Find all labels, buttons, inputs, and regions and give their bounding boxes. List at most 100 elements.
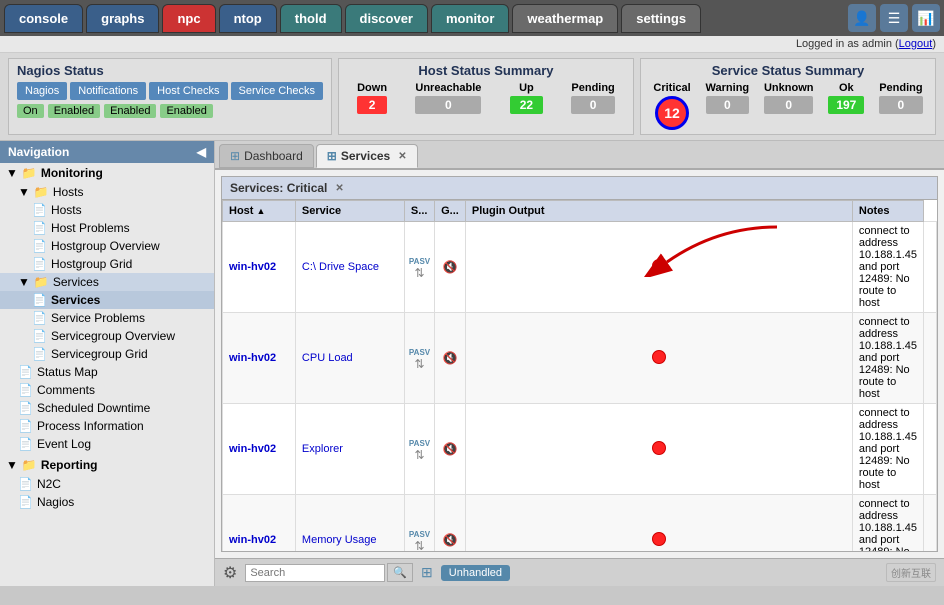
sidebar-item-hostgroup-grid[interactable]: 📄 Hostgroup Grid <box>0 255 214 273</box>
host-checks-btn[interactable]: Host Checks <box>149 82 227 100</box>
nav-tab-npc[interactable]: npc <box>162 4 215 33</box>
nav-tab-thold[interactable]: thold <box>280 4 342 33</box>
cell-host[interactable]: win-hv02 <box>223 313 296 404</box>
host-pending-label: Pending <box>571 82 614 94</box>
nagios-status-box: Nagios Status Nagios Notifications Host … <box>8 58 332 135</box>
tab-dashboard[interactable]: ⊞ Dashboard <box>219 144 314 168</box>
sidebar-item-servicegroup-grid[interactable]: 📄 Servicegroup Grid <box>0 345 214 363</box>
sidebar-item-services[interactable]: 📄 Services <box>0 291 214 309</box>
sidebar-item-servicegroup-overview[interactable]: 📄 Servicegroup Overview <box>0 327 214 345</box>
table-row[interactable]: win-hv02ExplorerPASV⇅🔇connect to address… <box>223 404 937 495</box>
sidebar-item-nagios[interactable]: 📄 Nagios <box>0 493 214 511</box>
sidebar-collapse-icon[interactable]: ◀ <box>197 145 206 159</box>
nagios-btn[interactable]: Nagios <box>17 82 67 100</box>
nav-tab-graphs[interactable]: graphs <box>86 4 159 33</box>
bottom-bar: ⚙ 🔍 ⊞ Unhandled 创新互联 <box>215 558 944 586</box>
logout-link[interactable]: Logout <box>899 38 933 50</box>
svc-ok-val[interactable]: 197 <box>828 96 864 114</box>
nav-tab-settings[interactable]: settings <box>621 4 701 33</box>
nav-tab-discover[interactable]: discover <box>345 4 428 33</box>
status-enabled-2: Enabled <box>104 104 156 118</box>
col-host[interactable]: Host ▲ <box>223 201 296 222</box>
dashboard-tab-icon: ⊞ <box>230 149 240 163</box>
sidebar-title: Navigation <box>8 145 69 159</box>
table-row[interactable]: win-hv02CPU LoadPASV⇅🔇connect to address… <box>223 313 937 404</box>
status-enabled-1: Enabled <box>48 104 100 118</box>
sidebar-item-service-problems[interactable]: 📄 Service Problems <box>0 309 214 327</box>
sidebar-item-event-log[interactable]: 📄 Event Log <box>0 435 214 453</box>
cell-plugin-output: connect to address 10.188.1.45 and port … <box>852 313 923 404</box>
nav-tab-console[interactable]: console <box>4 4 83 33</box>
svc-critical-label: Critical <box>653 82 690 94</box>
search-button[interactable]: 🔍 <box>387 563 413 582</box>
search-input[interactable] <box>245 564 385 582</box>
cell-g: 🔇 <box>435 222 466 313</box>
sidebar-services-label: Services <box>51 293 100 307</box>
nav-icon-person[interactable]: 👤 <box>848 4 876 32</box>
sidebar-services-folder[interactable]: ▼ 📁 Services <box>0 273 214 291</box>
nagios-status-items: On Enabled Enabled Enabled <box>17 104 323 118</box>
nav-icons: 👤 ☰ 📊 <box>848 4 940 32</box>
services-tab-close[interactable]: ✕ <box>398 151 406 162</box>
sidebar-item-hostgroup-overview[interactable]: 📄 Hostgroup Overview <box>0 237 214 255</box>
sidebar-section-reporting[interactable]: ▼ 📁 Reporting <box>0 455 214 475</box>
cell-host[interactable]: win-hv02 <box>223 222 296 313</box>
sidebar-item-hosts[interactable]: 📄 Hosts <box>0 201 214 219</box>
cell-service[interactable]: CPU Load <box>295 313 404 404</box>
svc-unknown-val[interactable]: 0 <box>764 96 814 114</box>
nav-tab-ntop[interactable]: ntop <box>219 4 277 33</box>
svc-pending-val[interactable]: 0 <box>879 96 922 114</box>
nav-icon-menu[interactable]: ☰ <box>880 4 908 32</box>
sidebar-item-comments[interactable]: 📄 Comments <box>0 381 214 399</box>
sidebar-item-host-problems[interactable]: 📄 Host Problems <box>0 219 214 237</box>
sidebar-item-scheduled-downtime[interactable]: 📄 Scheduled Downtime <box>0 399 214 417</box>
page-icon-host-problems: 📄 <box>32 221 47 235</box>
service-checks-btn[interactable]: Service Checks <box>231 82 323 100</box>
cell-host[interactable]: win-hv02 <box>223 495 296 552</box>
notifications-btn[interactable]: Notifications <box>70 82 146 100</box>
cell-service[interactable]: C:\ Drive Space <box>295 222 404 313</box>
host-unreachable-val[interactable]: 0 <box>415 96 481 114</box>
tab-services[interactable]: ⊞ Services ✕ <box>316 144 418 168</box>
nav-icon-chart[interactable]: 📊 <box>912 4 940 32</box>
nav-tab-weathermap[interactable]: weathermap <box>512 4 618 33</box>
col-service[interactable]: Service <box>295 201 404 222</box>
gear-icon[interactable]: ⚙ <box>223 563 237 583</box>
services-tab-label: Services <box>341 149 390 163</box>
cell-service[interactable]: Memory Usage <box>295 495 404 552</box>
svc-warning-val[interactable]: 0 <box>706 96 750 114</box>
sidebar-hosts-label: Hosts <box>53 185 84 199</box>
cell-notes <box>924 495 937 552</box>
host-down-val[interactable]: 2 <box>357 96 387 114</box>
page-icon-servicegroup-grid: 📄 <box>32 347 47 361</box>
col-plugin-output[interactable]: Plugin Output <box>465 201 852 222</box>
host-up-val[interactable]: 22 <box>510 96 543 114</box>
sidebar-item-status-map[interactable]: 📄 Status Map <box>0 363 214 381</box>
cell-notes <box>924 404 937 495</box>
svc-critical-val[interactable]: 12 <box>655 96 689 130</box>
table-row[interactable]: win-hv02C:\ Drive SpacePASV⇅🔇connect to … <box>223 222 937 313</box>
sidebar-header: Navigation ◀ <box>0 141 214 163</box>
sidebar-section-monitoring[interactable]: ▼ 📁 Monitoring <box>0 163 214 183</box>
col-notes[interactable]: Notes <box>852 201 923 222</box>
login-bar: Logged in as admin (Logout) <box>0 36 944 53</box>
cell-host[interactable]: win-hv02 <box>223 404 296 495</box>
unhandled-badge[interactable]: Unhandled <box>441 565 510 581</box>
sidebar-item-n2c[interactable]: 📄 N2C <box>0 475 214 493</box>
page-icon-event-log: 📄 <box>18 437 33 451</box>
sidebar-item-process-info[interactable]: 📄 Process Information <box>0 417 214 435</box>
critical-panel-close[interactable]: ✕ <box>335 183 343 194</box>
sidebar-hosts-folder[interactable]: ▼ 📁 Hosts <box>0 183 214 201</box>
host-up-label: Up <box>510 82 543 94</box>
cell-plugin-output: connect to address 10.188.1.45 and port … <box>852 404 923 495</box>
col-s[interactable]: S... <box>404 201 434 222</box>
cell-status-indicator <box>465 404 852 495</box>
sidebar-comments-label: Comments <box>37 383 95 397</box>
cell-service[interactable]: Explorer <box>295 404 404 495</box>
col-g[interactable]: G... <box>435 201 466 222</box>
table-row[interactable]: win-hv02Memory UsagePASV⇅🔇connect to add… <box>223 495 937 552</box>
sidebar-n2c-label: N2C <box>37 477 61 491</box>
nav-tab-monitor[interactable]: monitor <box>431 4 509 33</box>
cell-s: PASV⇅ <box>404 495 434 552</box>
host-pending-val[interactable]: 0 <box>571 96 614 114</box>
